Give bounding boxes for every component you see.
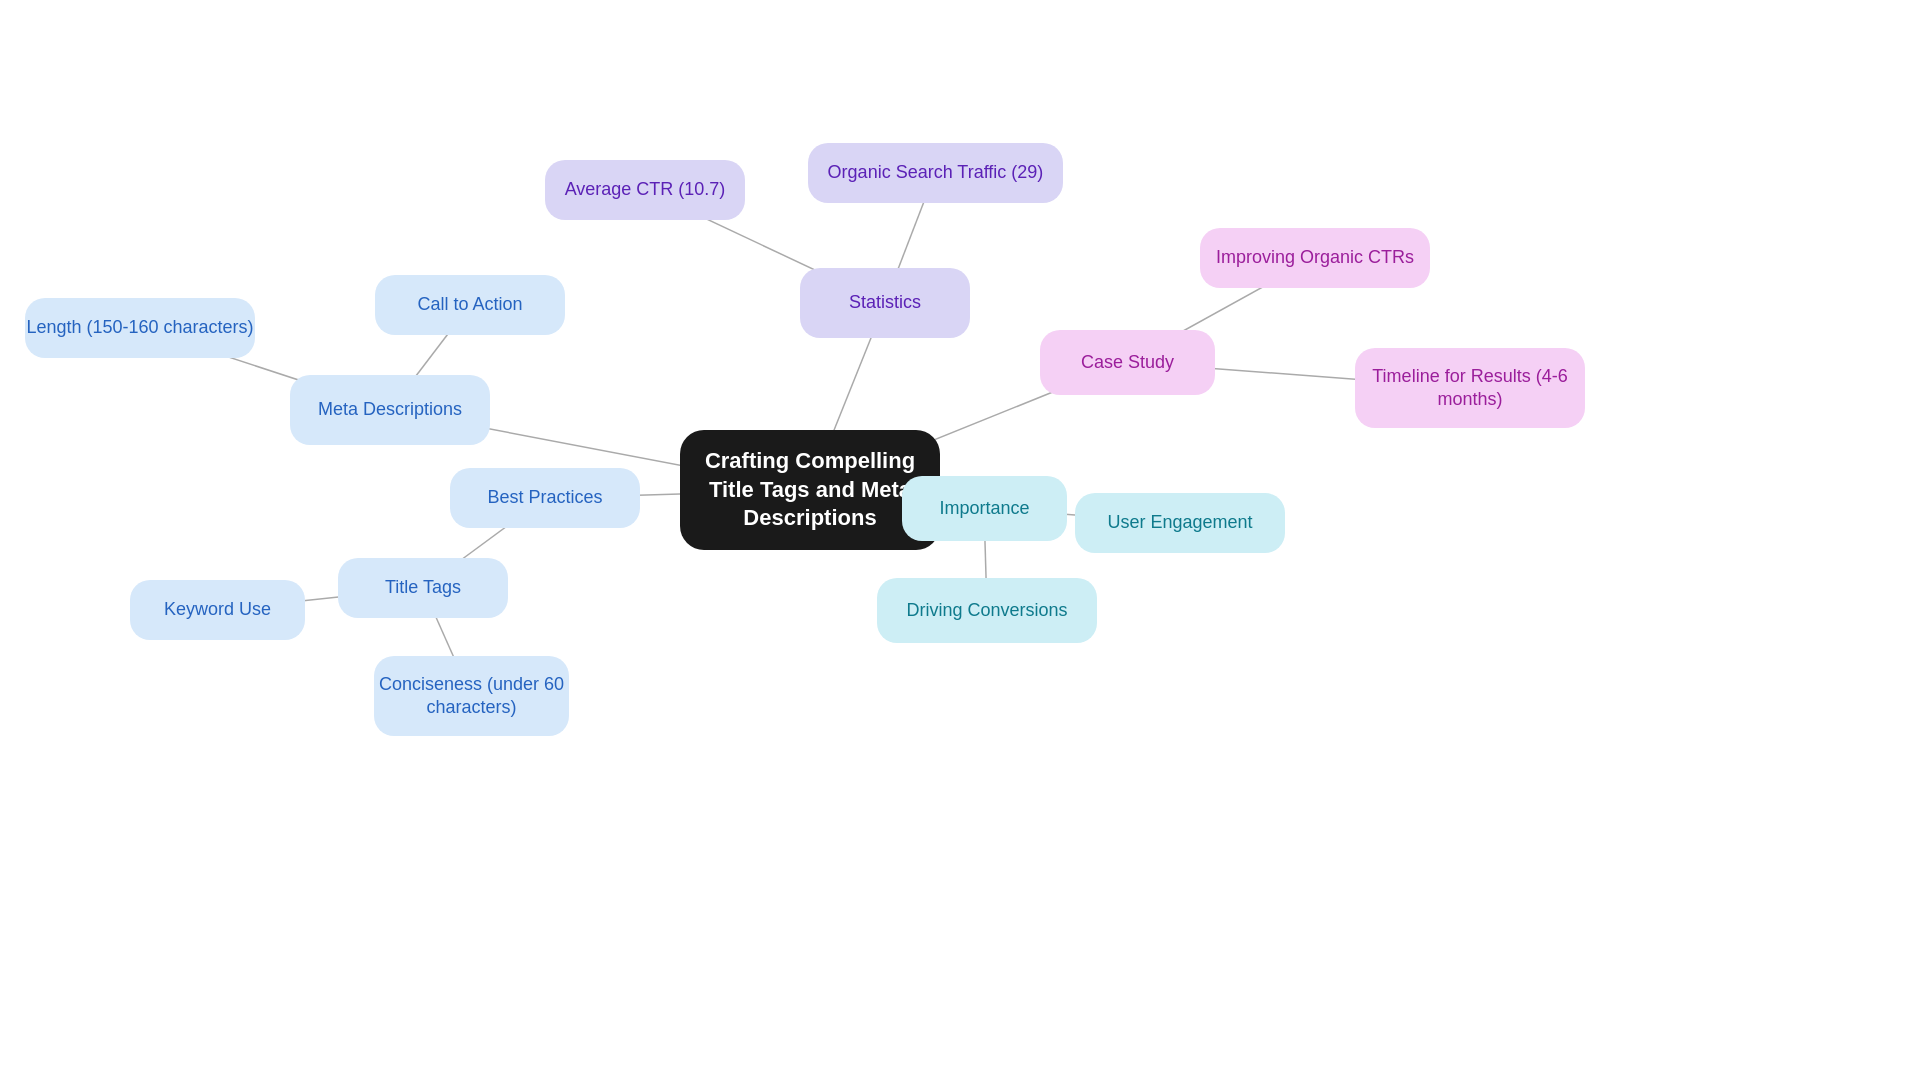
organic-traffic-node[interactable]: Organic Search Traffic (29) (808, 143, 1063, 203)
meta-descriptions-node[interactable]: Meta Descriptions (290, 375, 490, 445)
length-label: Length (150-160 characters) (26, 316, 253, 339)
organic-traffic-label: Organic Search Traffic (29) (828, 161, 1044, 184)
case-study-node[interactable]: Case Study (1040, 330, 1215, 395)
center-node[interactable]: Crafting Compelling Title Tags and Meta … (680, 430, 940, 550)
improving-ctrs-node[interactable]: Improving Organic CTRs (1200, 228, 1430, 288)
best-practices-node[interactable]: Best Practices (450, 468, 640, 528)
title-tags-node[interactable]: Title Tags (338, 558, 508, 618)
conciseness-label: Conciseness (under 60 characters) (374, 673, 569, 720)
case-study-label: Case Study (1081, 351, 1174, 374)
importance-label: Importance (939, 497, 1029, 520)
improving-ctrs-label: Improving Organic CTRs (1216, 246, 1414, 269)
keyword-use-label: Keyword Use (164, 598, 271, 621)
best-practices-label: Best Practices (487, 486, 602, 509)
call-to-action-node[interactable]: Call to Action (375, 275, 565, 335)
avg-ctr-node[interactable]: Average CTR (10.7) (545, 160, 745, 220)
user-engagement-node[interactable]: User Engagement (1075, 493, 1285, 553)
statistics-label: Statistics (849, 291, 921, 314)
timeline-node[interactable]: Timeline for Results (4-6 months) (1355, 348, 1585, 428)
avg-ctr-label: Average CTR (10.7) (565, 178, 726, 201)
statistics-node[interactable]: Statistics (800, 268, 970, 338)
call-to-action-label: Call to Action (417, 293, 522, 316)
importance-node[interactable]: Importance (902, 476, 1067, 541)
driving-conversions-label: Driving Conversions (906, 599, 1067, 622)
length-node[interactable]: Length (150-160 characters) (25, 298, 255, 358)
user-engagement-label: User Engagement (1107, 511, 1252, 534)
keyword-use-node[interactable]: Keyword Use (130, 580, 305, 640)
driving-conversions-node[interactable]: Driving Conversions (877, 578, 1097, 643)
center-node-label: Crafting Compelling Title Tags and Meta … (680, 447, 940, 533)
meta-descriptions-label: Meta Descriptions (318, 398, 462, 421)
timeline-label: Timeline for Results (4-6 months) (1355, 365, 1585, 412)
title-tags-label: Title Tags (385, 576, 461, 599)
conciseness-node[interactable]: Conciseness (under 60 characters) (374, 656, 569, 736)
